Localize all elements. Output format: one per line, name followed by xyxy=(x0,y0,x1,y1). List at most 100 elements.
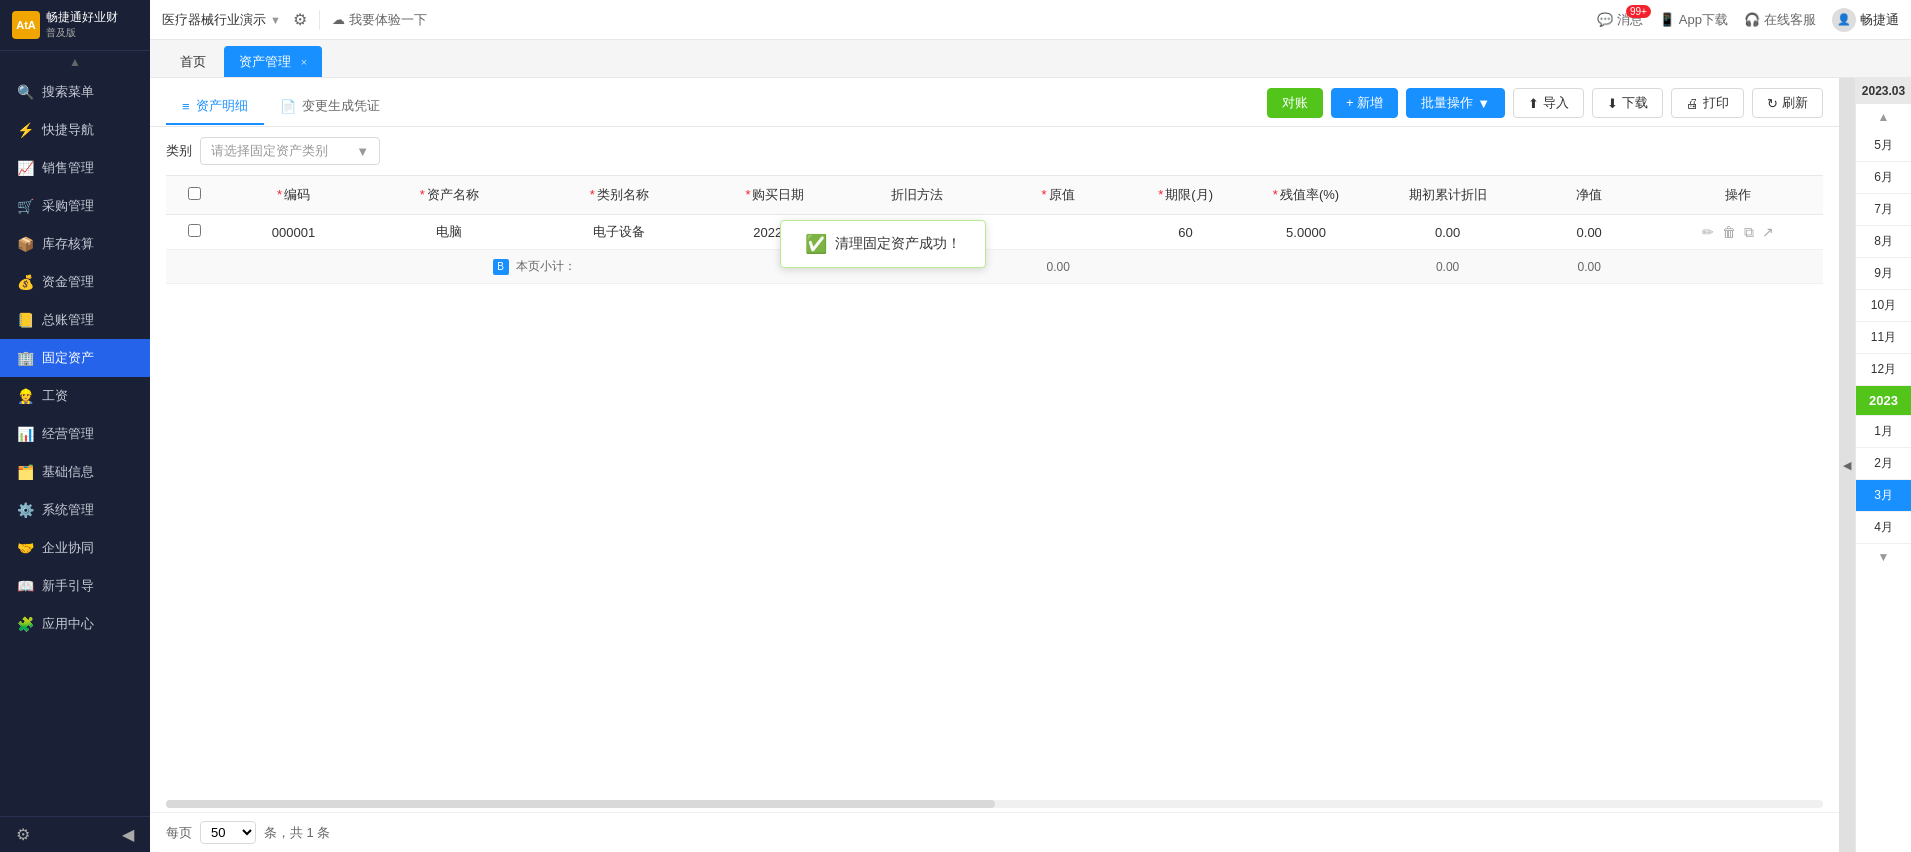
logo-title: 畅捷通好业财 xyxy=(46,10,118,26)
month-5[interactable]: 5月 xyxy=(1856,130,1911,162)
messages-btn[interactable]: 💬 消息 99+ xyxy=(1597,11,1643,29)
enterprise-icon: 🤝 xyxy=(16,540,34,556)
copy-icon[interactable]: ⧉ xyxy=(1744,224,1754,241)
month-7[interactable]: 7月 xyxy=(1856,194,1911,226)
company-name: 医疗器械行业演示 xyxy=(162,11,266,29)
scroll-up-arrow[interactable]: ▲ xyxy=(1856,104,1911,130)
batch-btn[interactable]: 批量操作 ▼ xyxy=(1406,88,1505,118)
online-service-btn[interactable]: 🎧 在线客服 xyxy=(1744,11,1816,29)
more-icon[interactable]: ↗ xyxy=(1762,224,1774,240)
month-8[interactable]: 8月 xyxy=(1856,226,1911,258)
import-icon: ⬆ xyxy=(1528,96,1539,111)
month-1[interactable]: 1月 xyxy=(1856,416,1911,448)
subtotal-net: 0.00 xyxy=(1525,250,1652,284)
sidebar-item-guide[interactable]: 📖 新手引导 xyxy=(0,567,150,605)
content-main: ≡ 资产明细 📄 变更生成凭证 对账 + 新增 批量操作 xyxy=(150,78,1839,852)
category-dropdown-icon: ▼ xyxy=(356,144,369,159)
month-2[interactable]: 2月 xyxy=(1856,448,1911,480)
logo-subtitle: 普及版 xyxy=(46,26,118,40)
sidebar-item-fixed-assets[interactable]: 🏢 固定资产 xyxy=(0,339,150,377)
month-11[interactable]: 11月 xyxy=(1856,322,1911,354)
print-btn[interactable]: 🖨 打印 xyxy=(1671,88,1744,118)
month-10[interactable]: 10月 xyxy=(1856,290,1911,322)
success-checkmark-icon: ✅ xyxy=(805,233,827,255)
sidebar-item-management[interactable]: 📊 经营管理 xyxy=(0,415,150,453)
row-residual-rate: 5.0000 xyxy=(1242,215,1369,250)
month-3-current[interactable]: 3月 xyxy=(1856,480,1911,512)
year-header: 2023.03 xyxy=(1856,78,1911,104)
scroll-down-arrow[interactable]: ▼ xyxy=(1856,544,1911,570)
panel-collapse-btn[interactable]: ◀ xyxy=(1839,78,1855,852)
reconcile-btn[interactable]: 对账 xyxy=(1267,88,1323,118)
sidebar-item-ledger[interactable]: 📒 总账管理 xyxy=(0,301,150,339)
apps-icon: 🧩 xyxy=(16,616,34,632)
month-9[interactable]: 9月 xyxy=(1856,258,1911,290)
app-download-btn[interactable]: 📱 App下载 xyxy=(1659,11,1728,29)
ledger-icon: 📒 xyxy=(16,312,34,328)
subtab-bar: ≡ 资产明细 📄 变更生成凭证 对账 + 新增 批量操作 xyxy=(150,78,1839,127)
download-icon: 📱 xyxy=(1659,12,1675,27)
row-category: 电子设备 xyxy=(534,215,704,250)
subtab-generate-voucher[interactable]: 📄 变更生成凭证 xyxy=(264,89,396,125)
sidebar-item-quick-nav[interactable]: ⚡ 快捷导航 xyxy=(0,111,150,149)
sidebar-item-payroll[interactable]: 👷 工资 xyxy=(0,377,150,415)
lightning-icon: ⚡ xyxy=(16,122,34,138)
row-checkbox-cell xyxy=(166,215,223,250)
search-icon: 🔍 xyxy=(16,84,34,100)
year-2023-label[interactable]: 2023 xyxy=(1856,386,1911,416)
month-12[interactable]: 12月 xyxy=(1856,354,1911,386)
scroll-thumb[interactable] xyxy=(166,800,995,808)
month-4[interactable]: 4月 xyxy=(1856,512,1911,544)
sidebar-item-finance[interactable]: 💰 资金管理 xyxy=(0,263,150,301)
success-message: 清理固定资产成功！ xyxy=(835,235,961,253)
new-btn[interactable]: + 新增 xyxy=(1331,88,1398,118)
horizontal-scrollbar[interactable] xyxy=(166,800,1823,808)
category-select[interactable]: 请选择固定资产类别 ▼ xyxy=(200,137,380,165)
tab-home[interactable]: 首页 xyxy=(166,47,220,77)
sidebar-item-system[interactable]: ⚙️ 系统管理 xyxy=(0,491,150,529)
guide-icon: 📖 xyxy=(16,578,34,594)
col-value-header: *原值 xyxy=(987,176,1129,215)
row-checkbox[interactable] xyxy=(188,224,201,237)
user-menu[interactable]: 👤 畅捷通 xyxy=(1832,8,1899,32)
sidebar-item-enterprise[interactable]: 🤝 企业协同 xyxy=(0,529,150,567)
fixed-assets-icon: 🏢 xyxy=(16,350,34,366)
sidebar-item-purchase[interactable]: 🛒 采购管理 xyxy=(0,187,150,225)
sidebar-item-base-info[interactable]: 🗂️ 基础信息 xyxy=(0,453,150,491)
collapse-icon[interactable]: ◀ xyxy=(122,825,134,844)
download-btn[interactable]: ⬇ 下载 xyxy=(1592,88,1663,118)
sidebar-item-inventory[interactable]: 📦 库存核算 xyxy=(0,225,150,263)
subtotal-empty-checkbox xyxy=(166,250,223,284)
refresh-btn[interactable]: ↻ 刷新 xyxy=(1752,88,1823,118)
company-selector[interactable]: 医疗器械行业演示 ▼ xyxy=(162,11,281,29)
sidebar-item-search[interactable]: 🔍 搜索菜单 xyxy=(0,73,150,111)
row-opening-accum: 0.00 xyxy=(1370,215,1526,250)
month-6[interactable]: 6月 xyxy=(1856,162,1911,194)
row-net-value: 0.00 xyxy=(1525,215,1652,250)
sidebar-scroll-up[interactable]: ▲ xyxy=(0,51,150,73)
topbar-divider xyxy=(319,10,320,30)
content-area: ≡ 资产明细 📄 变更生成凭证 对账 + 新增 批量操作 xyxy=(150,78,1911,852)
col-name-header: *资产名称 xyxy=(364,176,534,215)
subtab-assets-detail[interactable]: ≡ 资产明细 xyxy=(166,89,264,125)
topbar-settings-icon[interactable]: ⚙ xyxy=(293,10,307,29)
subtotal-period xyxy=(1129,250,1242,284)
voucher-icon: 📄 xyxy=(280,99,296,114)
col-action-header: 操作 xyxy=(1653,176,1823,215)
import-btn[interactable]: ⬆ 导入 xyxy=(1513,88,1584,118)
sidebar: AtA 畅捷通好业财 普及版 ▲ 🔍 搜索菜单 ⚡ 快捷导航 📈 销售管理 🛒 … xyxy=(0,0,150,852)
sidebar-item-apps[interactable]: 🧩 应用中心 xyxy=(0,605,150,643)
delete-icon[interactable]: 🗑 xyxy=(1722,224,1736,240)
sidebar-item-sales[interactable]: 📈 销售管理 xyxy=(0,149,150,187)
page-size-select[interactable]: 50 100 200 xyxy=(200,821,256,844)
topbar-right: 💬 消息 99+ 📱 App下载 🎧 在线客服 👤 畅捷通 xyxy=(1597,8,1899,32)
edit-icon[interactable]: ✏ xyxy=(1702,224,1714,240)
sidebar-nav: 🔍 搜索菜单 ⚡ 快捷导航 📈 销售管理 🛒 采购管理 📦 库存核算 💰 资金管… xyxy=(0,73,150,816)
subtotal-row: B 本页小计： 0.00 0.00 0.00 xyxy=(166,250,1823,284)
tabbar: 首页 资产管理 × xyxy=(150,40,1911,78)
experience-btn[interactable]: ☁ 我要体验一下 xyxy=(332,11,427,29)
select-all-checkbox[interactable] xyxy=(188,187,201,200)
tab-close-btn[interactable]: × xyxy=(301,56,307,68)
settings-icon[interactable]: ⚙ xyxy=(16,825,30,844)
tab-asset-management[interactable]: 资产管理 × xyxy=(224,46,322,77)
